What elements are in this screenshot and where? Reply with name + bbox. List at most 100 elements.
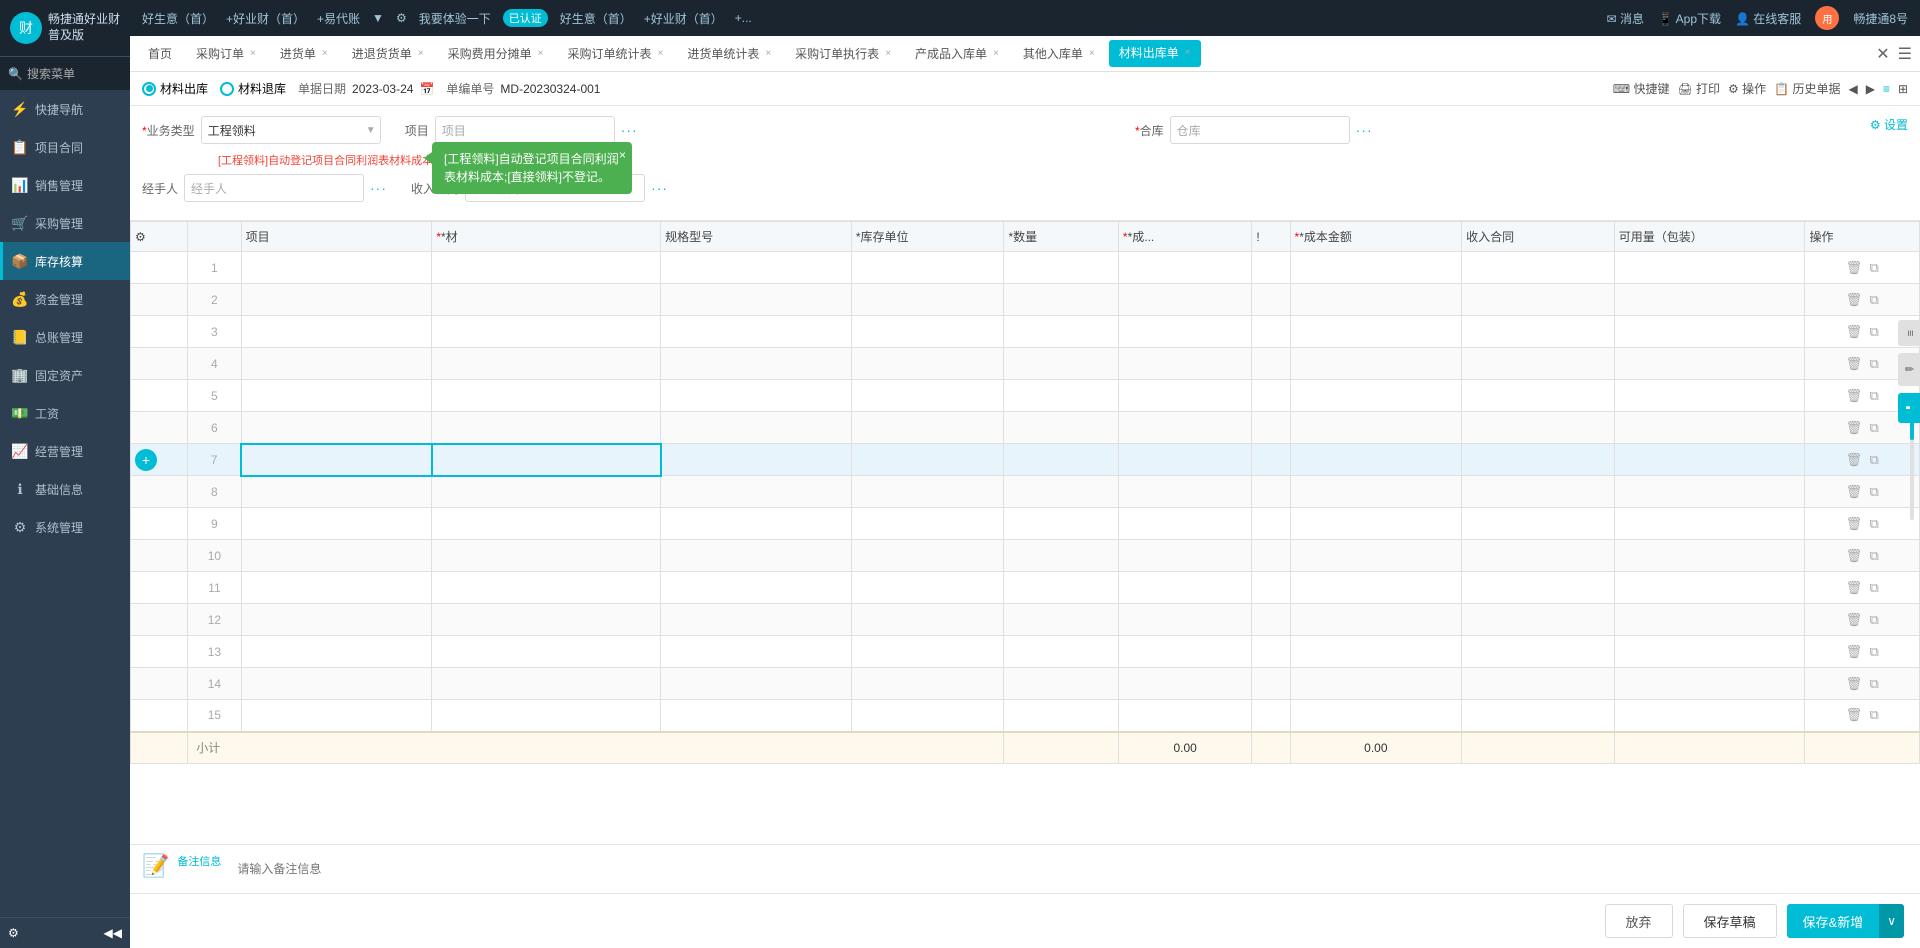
app-download-link[interactable]: 📱 App下载 <box>1658 10 1721 27</box>
add-row-button[interactable]: + <box>135 449 157 471</box>
user-avatar[interactable]: 用 <box>1815 6 1839 30</box>
tab-close-icon[interactable]: × <box>993 48 999 59</box>
copy-row-icon[interactable]: ⧉ <box>1870 388 1879 403</box>
copy-row-icon[interactable]: ⧉ <box>1870 292 1879 307</box>
delete-row-icon[interactable]: 🗑 <box>1846 388 1863 403</box>
radio-material-return[interactable]: 材料退库 <box>220 80 286 97</box>
handler-more-icon[interactable]: ··· <box>370 180 387 196</box>
message-link[interactable]: ✉ 消息 <box>1607 10 1644 27</box>
delete-row-icon[interactable]: 🗑 <box>1846 644 1863 659</box>
copy-row-icon[interactable]: ⧉ <box>1870 580 1879 595</box>
tooltip-close-icon[interactable]: × <box>619 146 626 164</box>
col-header-info[interactable]: ! <box>1252 222 1290 252</box>
delete-row-icon[interactable]: 🗑 <box>1846 324 1863 339</box>
tab-close-icon[interactable]: × <box>657 48 663 59</box>
tab-material-outbound[interactable]: 材料出库单× <box>1109 40 1201 67</box>
tab-purchase-order[interactable]: 采购订单× <box>186 41 266 66</box>
delete-row-icon[interactable]: 🗑 <box>1846 420 1863 435</box>
warehouse-more-icon[interactable]: ··· <box>1356 122 1373 138</box>
tab-product-inbound[interactable]: 产成品入库单× <box>905 41 1009 66</box>
right-panel-btn-3[interactable]: ⬆ <box>1898 393 1920 422</box>
extra-nav-2[interactable]: +好业财（首） <box>644 10 723 27</box>
settings-icon[interactable]: ⚙ <box>8 926 19 940</box>
business-type-input[interactable]: 工程领料 ▼ <box>201 116 381 144</box>
delete-row-icon[interactable]: 🗑 <box>1846 452 1863 467</box>
online-service-link[interactable]: 👤 在线客服 <box>1735 10 1801 27</box>
tab-incoming-return[interactable]: 进退货货单× <box>342 41 434 66</box>
calendar-icon[interactable]: 📅 <box>419 82 434 96</box>
sidebar-item-system[interactable]: ⚙ 系统管理 <box>0 508 130 546</box>
save-new-button[interactable]: 保存&新增 <box>1787 904 1880 938</box>
copy-row-icon[interactable]: ⧉ <box>1870 676 1879 691</box>
sidebar-item-basic[interactable]: ℹ 基础信息 <box>0 470 130 508</box>
settings-gear-icon[interactable]: ⚙ <box>396 11 407 25</box>
handler-input[interactable]: 经手人 <box>184 174 364 202</box>
scrollbar-thumb[interactable] <box>1910 400 1914 440</box>
tab-close-icon[interactable]: × <box>250 48 256 59</box>
copy-row-icon[interactable]: ⧉ <box>1870 484 1879 499</box>
delete-row-icon[interactable]: 🗑 <box>1846 484 1863 499</box>
delete-row-icon[interactable]: 🗑 <box>1846 580 1863 595</box>
topbar-menu-btn[interactable]: ☰ <box>1898 44 1912 64</box>
copy-row-icon[interactable]: ⧉ <box>1870 452 1879 467</box>
delete-row-icon[interactable]: 🗑 <box>1846 612 1863 627</box>
view-list-icon[interactable]: ≡ <box>1883 82 1890 96</box>
copy-row-icon[interactable]: ⧉ <box>1870 420 1879 435</box>
nav-prev-icon[interactable]: ◀ <box>1848 82 1857 96</box>
sidebar-item-ledger[interactable]: 📒 总账管理 <box>0 318 130 356</box>
delete-row-icon[interactable]: 🗑 <box>1846 676 1863 691</box>
tab-close-icon[interactable]: × <box>1089 48 1095 59</box>
copy-row-icon[interactable]: ⧉ <box>1870 324 1879 339</box>
tab-other-inbound[interactable]: 其他入库单× <box>1013 41 1105 66</box>
discard-button[interactable]: 放弃 <box>1605 904 1673 938</box>
tab-home[interactable]: 首页 <box>138 41 182 66</box>
topbar-close-btn[interactable]: ✕ <box>1876 44 1889 64</box>
sidebar-item-operations[interactable]: 📈 经营管理 <box>0 432 130 470</box>
save-new-dropdown-button[interactable]: ∨ <box>1879 904 1904 938</box>
global-nav-item-3[interactable]: +易代账 <box>317 10 360 27</box>
project-input[interactable]: 项目 <box>435 116 615 144</box>
sidebar-item-project[interactable]: 📋 项目合同 <box>0 128 130 166</box>
copy-row-icon[interactable]: ⧉ <box>1870 548 1879 563</box>
collapse-icon[interactable]: ◀◀ <box>104 926 122 940</box>
sidebar-item-quick-nav[interactable]: ⚡ 快捷导航 <box>0 90 130 128</box>
tab-close-icon[interactable]: × <box>418 48 424 59</box>
tab-close-icon[interactable]: × <box>885 48 891 59</box>
tab-incoming[interactable]: 进货单× <box>270 41 338 66</box>
copy-row-icon[interactable]: ⧉ <box>1870 612 1879 627</box>
extra-nav-3[interactable]: +... <box>735 11 752 25</box>
notes-input[interactable] <box>229 853 1908 885</box>
nav-next-icon[interactable]: ▶ <box>1866 82 1875 96</box>
global-nav-dropdown-icon[interactable]: ▼ <box>372 11 384 25</box>
operations-btn[interactable]: ⚙ 操作 <box>1728 80 1766 97</box>
copy-row-icon[interactable]: ⧉ <box>1870 356 1879 371</box>
settings-btn[interactable]: ⚙ 设置 <box>1870 116 1908 133</box>
copy-row-icon[interactable]: ⧉ <box>1870 516 1879 531</box>
tab-purchase-exec[interactable]: 采购订单执行表× <box>785 41 901 66</box>
extra-nav-1[interactable]: 好生意（首） <box>560 10 632 27</box>
tab-incoming-stats[interactable]: 进货单统计表× <box>677 41 781 66</box>
project-more-icon[interactable]: ··· <box>621 122 638 138</box>
delete-row-icon[interactable]: 🗑 <box>1846 548 1863 563</box>
sidebar-search[interactable]: 🔍 搜索菜单 <box>0 57 130 90</box>
sidebar-item-purchase[interactable]: 🛒 采购管理 <box>0 204 130 242</box>
income-contract-more-icon[interactable]: ··· <box>651 180 668 196</box>
delete-row-icon[interactable]: 🗑 <box>1846 707 1863 722</box>
delete-row-icon[interactable]: 🗑 <box>1846 260 1863 275</box>
tab-close-icon[interactable]: × <box>322 48 328 59</box>
delete-row-icon[interactable]: 🗑 <box>1846 516 1863 531</box>
sidebar-item-assets[interactable]: 🏢 固定资产 <box>0 356 130 394</box>
delete-row-icon[interactable]: 🗑 <box>1846 292 1863 307</box>
tab-purchase-expense[interactable]: 采购费用分摊单× <box>438 41 554 66</box>
tab-close-icon[interactable]: × <box>765 48 771 59</box>
tab-purchase-stats[interactable]: 采购订单统计表× <box>557 41 673 66</box>
print-btn[interactable]: 🖨 打印 <box>1677 80 1720 97</box>
right-panel-btn-1[interactable]: ≡ <box>1898 320 1920 346</box>
sidebar-item-finance[interactable]: 💰 资金管理 <box>0 280 130 318</box>
sidebar-item-payroll[interactable]: 💵 工资 <box>0 394 130 432</box>
delete-row-icon[interactable]: 🗑 <box>1846 356 1863 371</box>
sidebar-item-sales[interactable]: 📊 销售管理 <box>0 166 130 204</box>
col-header-settings[interactable]: ⚙ <box>131 222 188 252</box>
radio-material-out[interactable]: 材料出库 <box>142 80 208 97</box>
copy-row-icon[interactable]: ⧉ <box>1870 260 1879 275</box>
